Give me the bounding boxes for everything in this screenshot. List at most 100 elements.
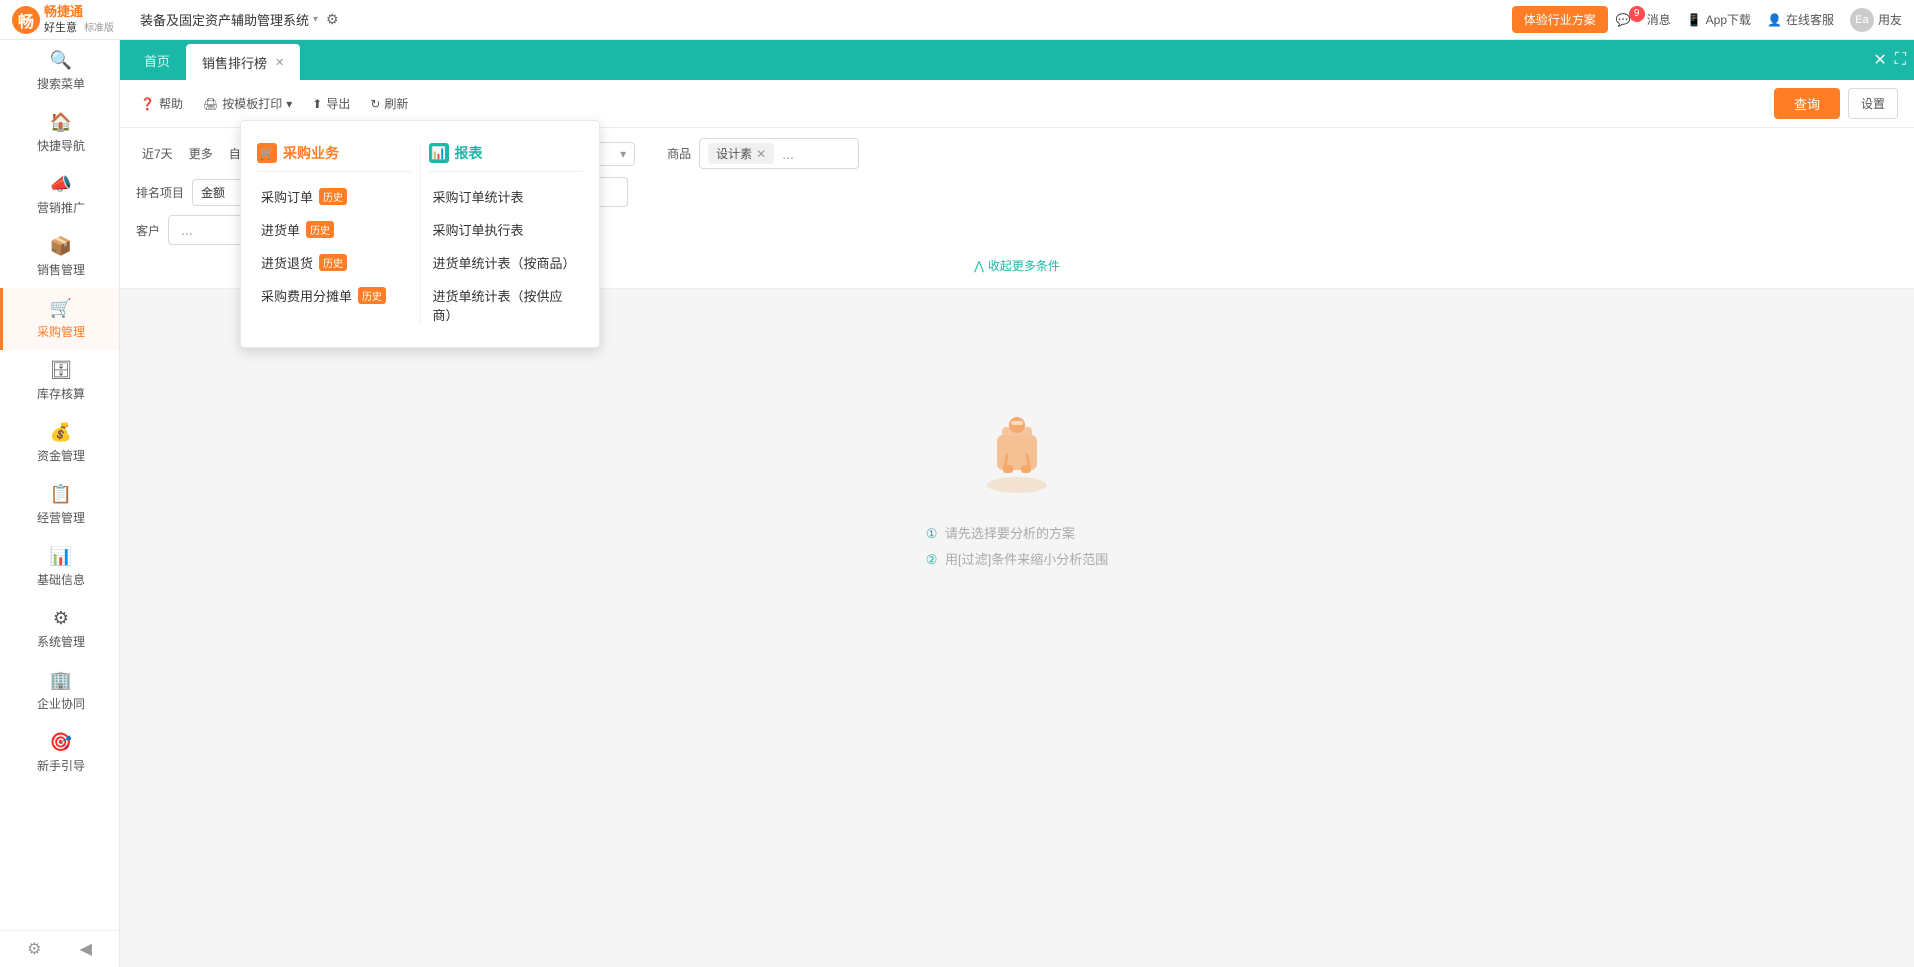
sidebar-settings-btn[interactable]: ⚙ [27, 939, 41, 959]
sidebar-label-sales: 销售管理 [37, 261, 85, 278]
goods-more-btn[interactable]: ... [778, 144, 798, 164]
dropdown-item-report-2[interactable]: 采购订单执行表 [429, 213, 584, 246]
sidebar: 🔍 搜索菜单 🏠 快捷导航 📣 营销推广 📦 销售管理 🛒 采购管理 🗄 库存核… [0, 40, 120, 967]
sidebar-item-quick-nav[interactable]: 🏠 快捷导航 [0, 102, 119, 164]
print-label: 按模板打印 [222, 95, 282, 112]
dropdown-item-expense[interactable]: 采购费用分摊单 历史 [257, 279, 412, 312]
history-badge-3: 历史 [319, 254, 347, 271]
rank-value: 金额 [201, 184, 225, 201]
content-area: ❓ 帮助 🖨 按模板打印 ▾ ⬆ 导出 ↻ 刷新 查询 [120, 80, 1914, 967]
sidebar-item-finance[interactable]: 💰 资金管理 [0, 412, 119, 474]
sidebar-item-enterprise[interactable]: 🏢 企业协同 [0, 660, 119, 722]
online-service-label: 在线客服 [1786, 11, 1834, 28]
export-btn[interactable]: ⬆ 导出 [308, 93, 354, 114]
sidebar-item-marketing[interactable]: 📣 营销推广 [0, 164, 119, 226]
goods-tag-remove[interactable]: ✕ [756, 147, 766, 161]
user-area[interactable]: Ea 用友 [1850, 8, 1902, 32]
user-label: 用友 [1878, 11, 1902, 28]
marketing-icon: 📣 [50, 174, 72, 195]
dropdown-item-inbound[interactable]: 进货单 历史 [257, 213, 412, 246]
sidebar-item-operation[interactable]: 📋 经营管理 [0, 474, 119, 536]
topbar: 畅 畅捷通 好生意 标准版 装备及固定资产辅助管理系统 ▾ ⚙ 体验行业方案 💬… [0, 0, 1914, 40]
tab-fullscreen-btn[interactable]: ⛶ [1895, 51, 1906, 69]
tab-close-icon[interactable]: ✕ [275, 56, 284, 69]
enterprise-icon: 🏢 [50, 670, 72, 691]
tab-close-btn[interactable]: ✕ [1873, 50, 1886, 70]
date-7days[interactable]: 近7天 [136, 143, 179, 164]
home-icon: 🏠 [50, 112, 72, 133]
date-more[interactable]: 更多 [183, 143, 219, 164]
collapse-btn[interactable]: ⋀ 收起更多条件 [966, 253, 1068, 278]
print-icon: 🖨 [203, 97, 218, 111]
export-icon: ⬆ [312, 97, 322, 111]
dropdown-item-return[interactable]: 进货退货 历史 [257, 246, 412, 279]
dropdown-item-report-3[interactable]: 进货单统计表（按商品） [429, 246, 584, 279]
sidebar-item-basic-info[interactable]: 📊 基础信息 [0, 536, 119, 598]
purchase-col-icon: 🛒 [257, 143, 277, 163]
dropdown-item-purchase-order[interactable]: 采购订单 历史 [257, 180, 412, 213]
help-icon: ❓ [140, 97, 155, 111]
tab-home[interactable]: 首页 [128, 40, 186, 80]
sidebar-label-purchase: 采购管理 [37, 323, 85, 340]
rank-label: 排名项目 [136, 184, 184, 201]
brand-name: 畅捷通 [44, 4, 114, 21]
message-item[interactable]: 💬 9 消息 [1616, 11, 1671, 28]
purchase-col-title: 🛒 采购业务 [257, 137, 412, 172]
settings-btn[interactable]: 设置 [1848, 88, 1898, 119]
refresh-label: 刷新 [384, 95, 408, 112]
sidebar-item-inventory[interactable]: 🗄 库存核算 [0, 350, 119, 412]
industry-btn[interactable]: 体验行业方案 [1512, 6, 1608, 33]
sidebar-label-enterprise: 企业协同 [37, 695, 85, 712]
goods-filter: 商品 设计素 ✕ ... [667, 138, 859, 169]
message-badge: 9 [1629, 6, 1645, 22]
tab-sales-rank[interactable]: 销售排行榜 ✕ [186, 44, 300, 80]
customer-more-btn[interactable]: ... [177, 220, 197, 240]
sidebar-item-purchase[interactable]: 🛒 采购管理 [0, 288, 119, 350]
system-dropdown-arrow[interactable]: ▾ [313, 14, 318, 25]
system-icon: ⚙ [53, 608, 69, 629]
sidebar-item-search[interactable]: 🔍 搜索菜单 [0, 40, 119, 102]
customer-label: 客户 [136, 222, 160, 239]
empty-hint-2: ② 用[过滤]条件来缩小分析范围 [926, 547, 1109, 573]
logo-icon: 畅 [12, 6, 40, 34]
history-badge-1: 历史 [319, 188, 347, 205]
help-btn[interactable]: ❓ 帮助 [136, 93, 187, 114]
doc-status-arrow: ▾ [620, 147, 626, 161]
sidebar-bottom: ⚙ ◀ [0, 930, 119, 967]
empty-hint-1: ① 请先选择要分析的方案 [926, 521, 1109, 547]
dropdown-item-report-4[interactable]: 进货单统计表（按供应商） [429, 279, 584, 331]
empty-hints: ① 请先选择要分析的方案 ② 用[过滤]条件来缩小分析范围 [926, 521, 1109, 573]
tab-home-label: 首页 [144, 51, 170, 70]
finance-icon: 💰 [50, 422, 72, 443]
mobile-icon: 📱 [1687, 13, 1702, 27]
sidebar-label-system: 系统管理 [37, 633, 85, 650]
settings-icon[interactable]: ⚙ [326, 11, 339, 28]
refresh-btn[interactable]: ↻ 刷新 [366, 93, 412, 114]
tabbar: 首页 销售排行榜 ✕ ✕ ⛶ [120, 40, 1914, 80]
tab-sales-rank-label: 销售排行榜 [202, 53, 267, 72]
sidebar-item-sales[interactable]: 📦 销售管理 [0, 226, 119, 288]
sidebar-label-search: 搜索菜单 [37, 75, 85, 92]
guide-icon: 🎯 [50, 732, 72, 753]
empty-state: ① 请先选择要分析的方案 ② 用[过滤]条件来缩小分析范围 [120, 289, 1914, 689]
print-template-btn[interactable]: 🖨 按模板打印 ▾ [199, 93, 296, 114]
query-btn[interactable]: 查询 [1774, 88, 1840, 119]
goods-input[interactable]: 设计素 ✕ ... [699, 138, 859, 169]
sidebar-label-basic-info: 基础信息 [37, 571, 85, 588]
online-service-item[interactable]: 👤 在线客服 [1767, 11, 1834, 28]
layout: 🔍 搜索菜单 🏠 快捷导航 📣 营销推广 📦 销售管理 🛒 采购管理 🗄 库存核… [0, 40, 1914, 967]
report-col-label: 报表 [455, 143, 483, 163]
message-label: 消息 [1647, 11, 1671, 28]
history-badge-2: 历史 [306, 221, 334, 238]
sidebar-item-guide[interactable]: 🎯 新手引导 [0, 722, 119, 784]
logo-area: 畅 畅捷通 好生意 标准版 [12, 4, 132, 35]
collapse-up-icon: ⋀ [974, 259, 984, 273]
dropdown-item-report-1[interactable]: 采购订单统计表 [429, 180, 584, 213]
sidebar-label-inventory: 库存核算 [37, 385, 85, 402]
sidebar-item-system[interactable]: ⚙ 系统管理 [0, 598, 119, 660]
operation-icon: 📋 [50, 484, 72, 505]
report-col: 📊 报表 采购订单统计表 采购订单执行表 进货单统计表（按商品） [421, 137, 592, 331]
app-download-item[interactable]: 📱 App下载 [1687, 11, 1751, 28]
purchase-col: 🛒 采购业务 采购订单 历史 进货单 历史 进货退货 [249, 137, 420, 331]
sidebar-collapse-btn[interactable]: ◀ [80, 939, 92, 959]
